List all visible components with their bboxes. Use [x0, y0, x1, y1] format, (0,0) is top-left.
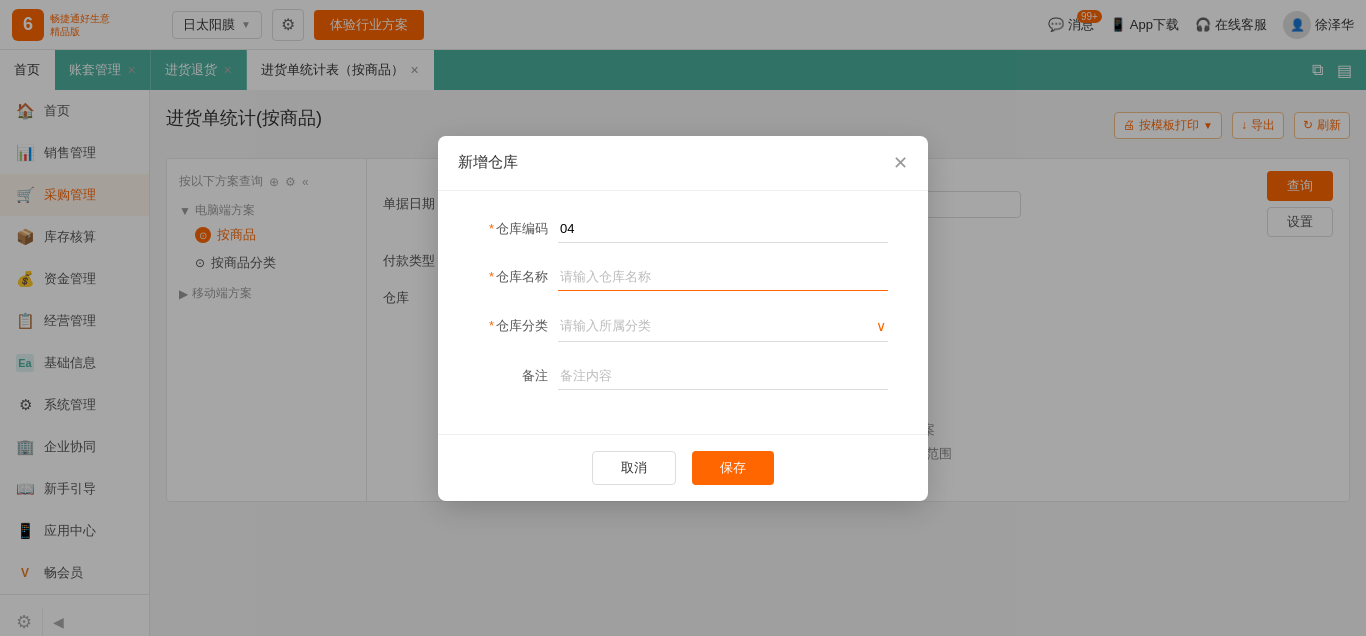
modal-body: 仓库编码 仓库名称 仓库分类 请输入所属分类 ∨ 备注: [438, 191, 928, 434]
form-row-name: 仓库名称: [478, 263, 888, 291]
modal-overlay: 新增仓库 ✕ 仓库编码 仓库名称 仓库分类 请输入所属分类 ∨ 备注: [0, 0, 1366, 636]
modal-title: 新增仓库: [458, 153, 518, 172]
form-row-code: 仓库编码: [478, 215, 888, 243]
modal-header: 新增仓库 ✕: [438, 136, 928, 191]
modal-footer: 取消 保存: [438, 434, 928, 501]
category-select[interactable]: 请输入所属分类 ∨: [558, 311, 888, 342]
category-placeholder: 请输入所属分类: [560, 317, 651, 335]
code-input[interactable]: [558, 215, 888, 243]
category-arrow: ∨: [876, 318, 886, 334]
name-label: 仓库名称: [478, 268, 558, 286]
save-button[interactable]: 保存: [692, 451, 774, 485]
note-label: 备注: [478, 367, 558, 385]
cancel-button[interactable]: 取消: [592, 451, 676, 485]
form-row-category: 仓库分类 请输入所属分类 ∨: [478, 311, 888, 342]
name-input[interactable]: [558, 263, 888, 291]
form-row-note: 备注: [478, 362, 888, 390]
modal-new-warehouse: 新增仓库 ✕ 仓库编码 仓库名称 仓库分类 请输入所属分类 ∨ 备注: [438, 136, 928, 501]
modal-close-btn[interactable]: ✕: [893, 152, 908, 174]
code-label: 仓库编码: [478, 220, 558, 238]
category-label: 仓库分类: [478, 317, 558, 335]
note-input[interactable]: [558, 362, 888, 390]
